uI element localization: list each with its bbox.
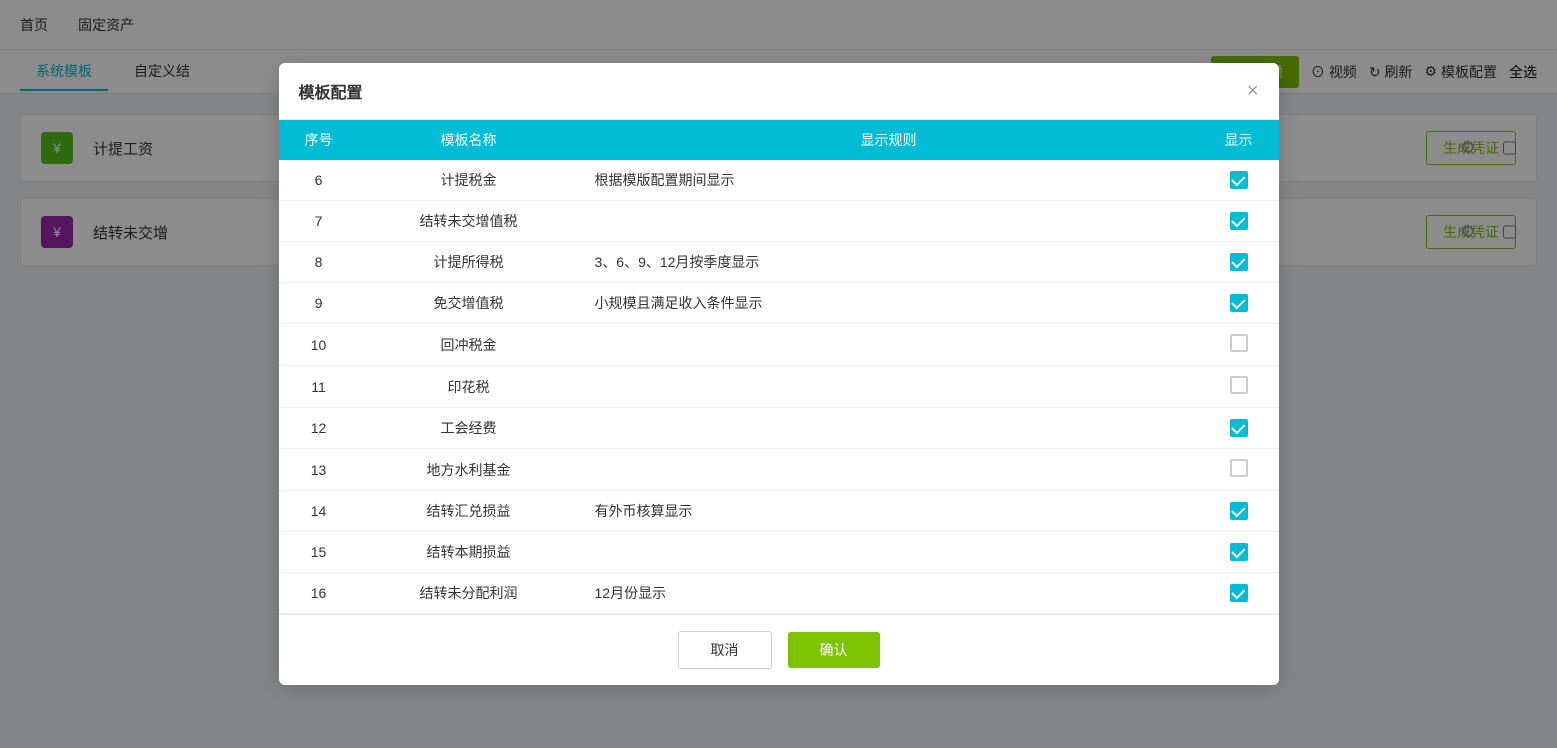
table-row: 12工会经费 (279, 408, 1279, 449)
table-row: 16结转未分配利润12月份显示 (279, 573, 1279, 614)
cell-seq: 12 (279, 408, 359, 449)
cell-rule (579, 532, 1199, 573)
cell-seq: 16 (279, 573, 359, 614)
cell-name: 工会经费 (359, 408, 579, 449)
col-display: 显示 (1199, 120, 1279, 160)
checkbox-9[interactable] (1230, 543, 1248, 561)
table-row: 15结转本期损益 (279, 532, 1279, 573)
cell-seq: 13 (279, 449, 359, 491)
checkbox-1[interactable] (1230, 212, 1248, 230)
cell-rule (579, 366, 1199, 408)
table-row: 14结转汇兑损益有外币核算显示 (279, 491, 1279, 532)
modal-body: 序号 模板名称 显示规则 显示 6计提税金根据模版配置期间显示7结转未交增值税8… (279, 120, 1279, 614)
cancel-button[interactable]: 取消 (678, 631, 772, 669)
modal-close-button[interactable]: × (1247, 81, 1259, 101)
checkbox-5[interactable] (1230, 376, 1248, 394)
table-row: 8计提所得税3、6、9、12月按季度显示 (279, 242, 1279, 283)
cell-check[interactable] (1199, 324, 1279, 366)
cell-rule (579, 408, 1199, 449)
cell-check[interactable] (1199, 160, 1279, 201)
checkbox-7[interactable] (1230, 459, 1248, 477)
cell-name: 回冲税金 (359, 324, 579, 366)
checkbox-4[interactable] (1230, 334, 1248, 352)
modal-header: 模板配置 × (279, 63, 1279, 120)
cell-rule (579, 201, 1199, 242)
checkbox-6[interactable] (1230, 419, 1248, 437)
cell-rule: 有外币核算显示 (579, 491, 1199, 532)
checkbox-2[interactable] (1230, 253, 1248, 271)
template-config-modal: 模板配置 × 序号 模板名称 显示规则 显示 6计提税金根据模版配置期间显示7结… (279, 63, 1279, 685)
col-seq: 序号 (279, 120, 359, 160)
cell-check[interactable] (1199, 366, 1279, 408)
cell-seq: 6 (279, 160, 359, 201)
cell-check[interactable] (1199, 532, 1279, 573)
cell-check[interactable] (1199, 408, 1279, 449)
cell-seq: 11 (279, 366, 359, 408)
cell-rule: 根据模版配置期间显示 (579, 160, 1199, 201)
table-row: 7结转未交增值税 (279, 201, 1279, 242)
cell-check[interactable] (1199, 283, 1279, 324)
cell-rule: 12月份显示 (579, 573, 1199, 614)
table-header-row: 序号 模板名称 显示规则 显示 (279, 120, 1279, 160)
cell-seq: 8 (279, 242, 359, 283)
col-rule: 显示规则 (579, 120, 1199, 160)
cell-rule (579, 449, 1199, 491)
table-row: 10回冲税金 (279, 324, 1279, 366)
cell-name: 结转未交增值税 (359, 201, 579, 242)
table-row: 13地方水利基金 (279, 449, 1279, 491)
checkbox-8[interactable] (1230, 502, 1248, 520)
cell-seq: 9 (279, 283, 359, 324)
cell-seq: 10 (279, 324, 359, 366)
checkbox-0[interactable] (1230, 171, 1248, 189)
checkbox-3[interactable] (1230, 294, 1248, 312)
cell-check[interactable] (1199, 201, 1279, 242)
cell-name: 计提税金 (359, 160, 579, 201)
cell-name: 地方水利基金 (359, 449, 579, 491)
modal-overlay: 模板配置 × 序号 模板名称 显示规则 显示 6计提税金根据模版配置期间显示7结… (0, 0, 1557, 748)
table-row: 6计提税金根据模版配置期间显示 (279, 160, 1279, 201)
cell-rule: 3、6、9、12月按季度显示 (579, 242, 1199, 283)
table-row: 11印花税 (279, 366, 1279, 408)
modal-title: 模板配置 (299, 79, 363, 103)
cell-name: 结转汇兑损益 (359, 491, 579, 532)
cell-name: 结转本期损益 (359, 532, 579, 573)
cell-name: 结转未分配利润 (359, 573, 579, 614)
cell-seq: 14 (279, 491, 359, 532)
cell-name: 印花税 (359, 366, 579, 408)
cell-check[interactable] (1199, 449, 1279, 491)
cell-name: 计提所得税 (359, 242, 579, 283)
col-name: 模板名称 (359, 120, 579, 160)
confirm-button[interactable]: 确认 (788, 632, 880, 668)
cell-rule: 小规模且满足收入条件显示 (579, 283, 1199, 324)
config-table: 序号 模板名称 显示规则 显示 6计提税金根据模版配置期间显示7结转未交增值税8… (279, 120, 1279, 614)
cell-check[interactable] (1199, 491, 1279, 532)
cell-seq: 15 (279, 532, 359, 573)
cell-seq: 7 (279, 201, 359, 242)
cell-name: 免交增值税 (359, 283, 579, 324)
cell-rule (579, 324, 1199, 366)
modal-footer: 取消 确认 (279, 614, 1279, 685)
table-row: 9免交增值税小规模且满足收入条件显示 (279, 283, 1279, 324)
checkbox-10[interactable] (1230, 584, 1248, 602)
cell-check[interactable] (1199, 573, 1279, 614)
cell-check[interactable] (1199, 242, 1279, 283)
